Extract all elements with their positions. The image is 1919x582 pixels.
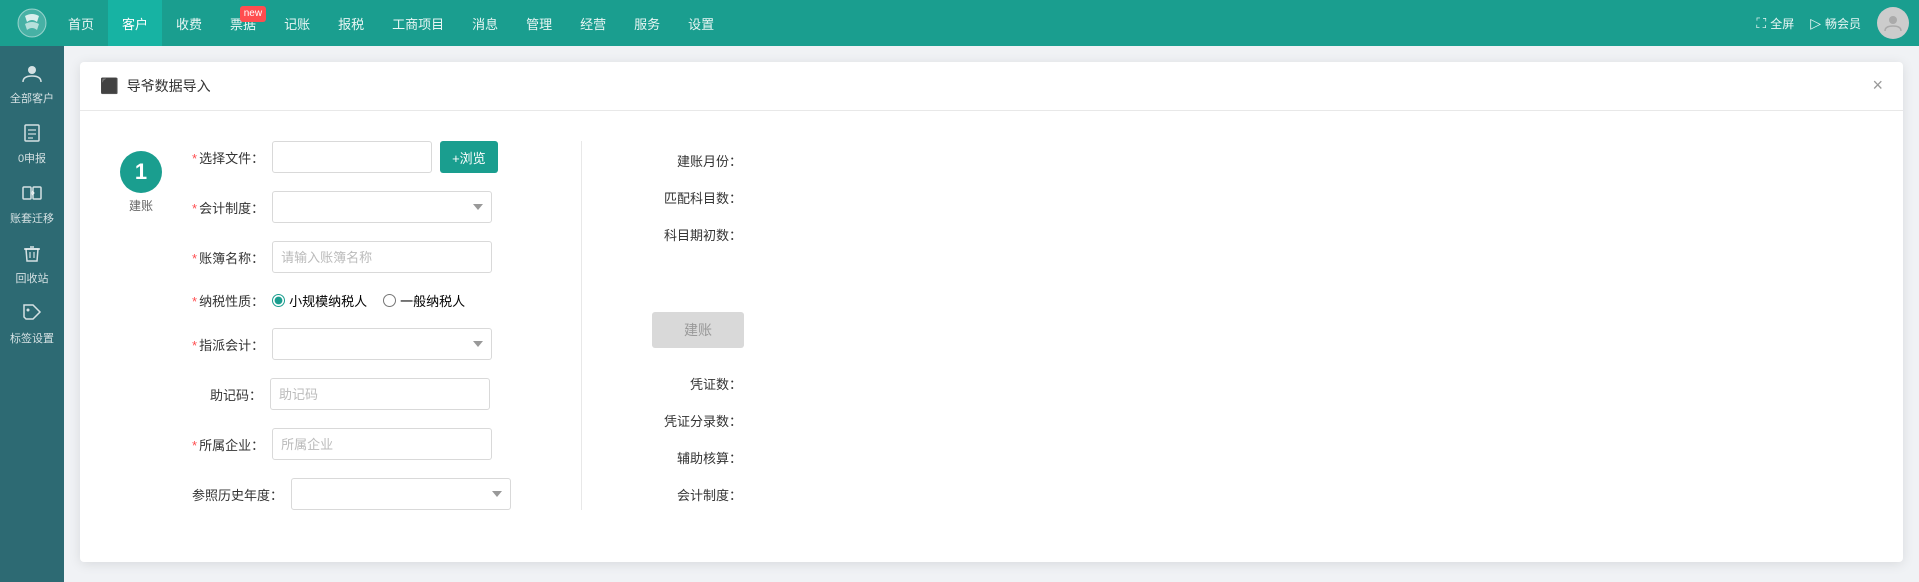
nav-item-service[interactable]: 服务 — [620, 0, 674, 46]
company-label: *所属企业： — [192, 435, 264, 454]
form-right-section: 建账月份： 匹配科目数： 科目期初数： 建账 凭证数： — [652, 141, 932, 510]
migrate-icon — [21, 182, 43, 207]
trash-label: 回收站 — [16, 270, 49, 286]
info-accounting-system-row: 会计制度： — [652, 485, 932, 504]
sidebar-item-declaration[interactable]: 0申报 — [0, 114, 64, 174]
accountant-select[interactable] — [272, 328, 492, 360]
company-row: *所属企业： — [192, 428, 511, 460]
nav-item-management[interactable]: 管理 — [512, 0, 566, 46]
history-year-select[interactable] — [291, 478, 511, 510]
all-clients-label: 全部客户 — [10, 90, 54, 106]
nav-item-tax[interactable]: 报税 — [324, 0, 378, 46]
form-fields: *选择文件： +浏览 *会计制度： — [192, 141, 511, 510]
file-label: *选择文件： — [192, 148, 264, 167]
general-taxpayer-label: 一般纳税人 — [400, 291, 465, 310]
nav-item-tickets[interactable]: 票据 new — [216, 0, 270, 46]
sidebar-item-trash[interactable]: 回收站 — [0, 234, 64, 294]
membership-button[interactable]: ▷ 畅会员 — [1810, 15, 1861, 32]
file-row: *选择文件： +浏览 — [192, 141, 511, 173]
history-year-row: 参照历史年度： — [192, 478, 511, 510]
accounting-system-select[interactable] — [272, 191, 492, 223]
tags-icon — [21, 302, 43, 327]
nav-item-bookkeeping[interactable]: 记账 — [270, 0, 324, 46]
sidebar-item-migrate[interactable]: 账套迁移 — [0, 174, 64, 234]
account-month-label: 建账月份： — [652, 151, 742, 170]
assistant-code-input[interactable] — [270, 378, 490, 410]
import-dialog: ⬛ 导爷数据导入 × 1 建账 *选择文件： +浏览 — [80, 62, 1903, 562]
small-taxpayer-label: 小规模纳税人 — [289, 291, 367, 310]
form-left-section: 1 建账 *选择文件： +浏览 *会计制度： — [120, 141, 511, 510]
fullscreen-button[interactable]: ⛶ 全屏 — [1756, 15, 1794, 32]
declaration-icon — [21, 122, 43, 147]
nav-item-messages[interactable]: 消息 — [458, 0, 512, 46]
general-taxpayer-radio[interactable] — [383, 294, 396, 307]
accountant-row: *指派会计： — [192, 328, 511, 360]
dialog-header: ⬛ 导爷数据导入 — [80, 62, 1903, 111]
accountant-label: *指派会计： — [192, 335, 264, 354]
file-input[interactable] — [272, 141, 432, 173]
subject-initial-label: 科目期初数： — [652, 225, 742, 244]
app-logo[interactable] — [10, 1, 54, 45]
subject-initial-row: 科目期初数： — [652, 225, 932, 244]
nav-item-settings[interactable]: 设置 — [674, 0, 728, 46]
sidebar-item-tags[interactable]: 标签设置 — [0, 294, 64, 354]
main-content: ⬛ 导爷数据导入 × 1 建账 *选择文件： +浏览 — [64, 46, 1919, 582]
ledger-name-input[interactable] — [272, 241, 492, 273]
form-divider — [581, 141, 582, 510]
browse-button[interactable]: +浏览 — [440, 141, 498, 173]
account-month-row: 建账月份： — [652, 151, 932, 170]
new-badge: new — [240, 6, 266, 22]
top-navigation: 首页 客户 收费 票据 new 记账 报税 工商项目 消息 管理 经营 服务 设… — [0, 0, 1919, 46]
history-year-label: 参照历史年度： — [192, 485, 283, 504]
migrate-label: 账套迁移 — [10, 210, 54, 226]
match-subjects-row: 匹配科目数： — [652, 188, 932, 207]
create-account-button[interactable]: 建账 — [652, 312, 744, 348]
assistant-code-row: 助记码： — [192, 378, 511, 410]
accounting-system-label: *会计制度： — [192, 198, 264, 217]
tax-type-row: *纳税性质： 小规模纳税人 一般纳税人 — [192, 291, 511, 310]
nav-item-fees[interactable]: 收费 — [162, 0, 216, 46]
info-accounting-system-label: 会计制度： — [652, 485, 742, 504]
step-indicator: 1 建账 — [120, 141, 162, 510]
accounting-system-row: *会计制度： — [192, 191, 511, 223]
assistant-code-label: 助记码： — [192, 385, 262, 404]
nav-item-clients[interactable]: 客户 — [108, 0, 162, 46]
company-input[interactable] — [272, 428, 492, 460]
match-subjects-label: 匹配科目数： — [652, 188, 742, 207]
voucher-count-label: 凭证数： — [652, 374, 742, 393]
voucher-entries-row: 凭证分录数： — [652, 411, 932, 430]
voucher-entries-label: 凭证分录数： — [652, 411, 742, 430]
declaration-label: 0申报 — [18, 150, 46, 166]
form-area: 1 建账 *选择文件： +浏览 *会计制度： — [80, 111, 1903, 540]
step-number: 1 — [120, 151, 162, 193]
trash-icon — [21, 242, 43, 267]
import-icon: ⬛ — [100, 77, 119, 95]
ledger-name-row: *账簿名称： — [192, 241, 511, 273]
dialog-title: 导爷数据导入 — [127, 76, 211, 96]
sidebar: 全部客户 0申报 账套迁移 — [0, 46, 64, 582]
nav-item-home[interactable]: 首页 — [54, 0, 108, 46]
small-taxpayer-radio[interactable] — [272, 294, 285, 307]
sidebar-item-all-clients[interactable]: 全部客户 — [0, 54, 64, 114]
ledger-name-label: *账簿名称： — [192, 248, 264, 267]
step-label: 建账 — [129, 197, 153, 214]
tax-type-radio-group: 小规模纳税人 一般纳税人 — [272, 291, 465, 310]
nav-items-container: 首页 客户 收费 票据 new 记账 报税 工商项目 消息 管理 经营 服务 设… — [54, 0, 1756, 46]
all-clients-icon — [21, 62, 43, 87]
create-button-container: 建账 — [652, 292, 932, 348]
nav-item-operations[interactable]: 经营 — [566, 0, 620, 46]
tags-label: 标签设置 — [10, 330, 54, 346]
nav-item-business[interactable]: 工商项目 — [378, 0, 458, 46]
small-taxpayer-option[interactable]: 小规模纳税人 — [272, 291, 367, 310]
tax-type-label: *纳税性质： — [192, 291, 264, 310]
voucher-count-row: 凭证数： — [652, 374, 932, 393]
auxiliary-label: 辅助核算： — [652, 448, 742, 467]
user-avatar[interactable] — [1877, 7, 1909, 39]
general-taxpayer-option[interactable]: 一般纳税人 — [383, 291, 465, 310]
dialog-close-button[interactable]: × — [1872, 76, 1883, 94]
nav-right-area: ⛶ 全屏 ▷ 畅会员 — [1756, 7, 1909, 39]
auxiliary-row: 辅助核算： — [652, 448, 932, 467]
